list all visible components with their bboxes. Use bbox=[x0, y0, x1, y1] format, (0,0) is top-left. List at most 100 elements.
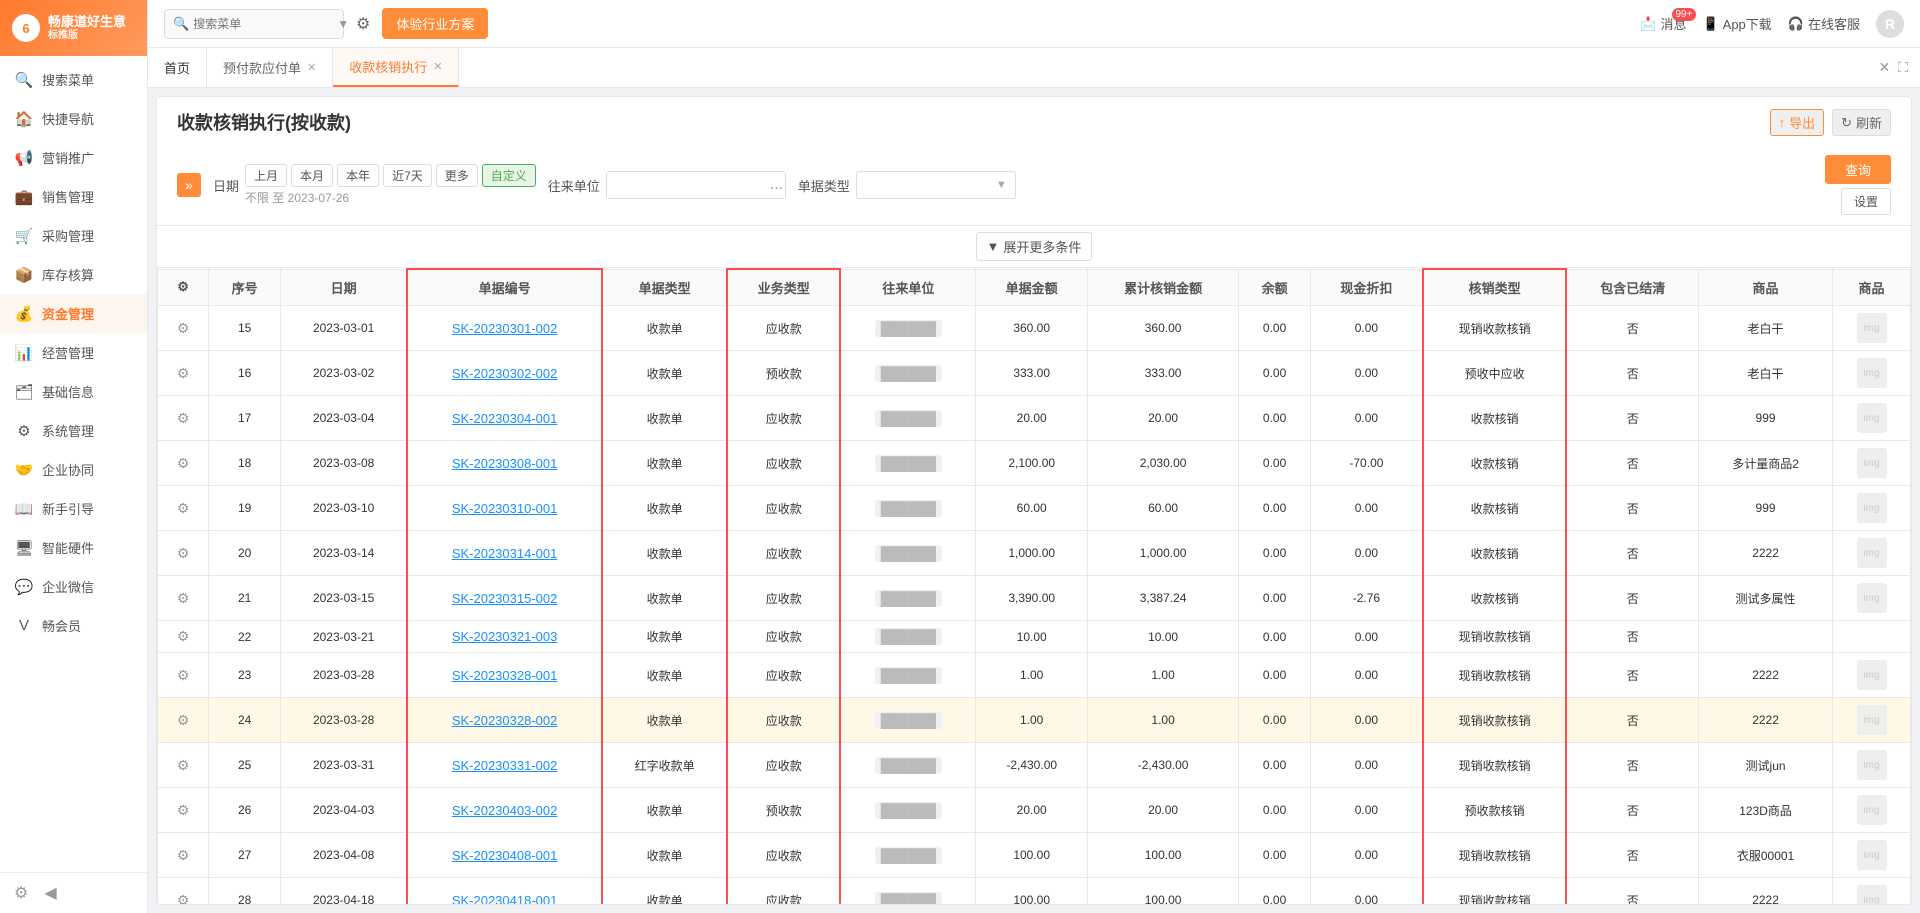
row-settings-icon[interactable]: ⚙ bbox=[177, 712, 190, 728]
cell-amount-11: 20.00 bbox=[976, 788, 1088, 833]
row-settings-icon[interactable]: ⚙ bbox=[177, 410, 190, 426]
sidebar-item-sales[interactable]: 💼销售管理 bbox=[0, 177, 147, 216]
search-wrap[interactable]: 🔍 ▼ bbox=[164, 9, 344, 39]
doc-no-link-3[interactable]: SK-20230308-001 bbox=[452, 456, 558, 471]
cell-doc_no-12[interactable]: SK-20230408-001 bbox=[407, 833, 602, 878]
doc-no-link-0[interactable]: SK-20230301-002 bbox=[452, 321, 558, 336]
row-settings-icon[interactable]: ⚙ bbox=[177, 847, 190, 863]
row-settings-icon[interactable]: ⚙ bbox=[177, 628, 190, 644]
refresh-button[interactable]: ↻ 刷新 bbox=[1832, 109, 1891, 136]
sidebar-item-inventory[interactable]: 📦库存核算 bbox=[0, 255, 147, 294]
export-button[interactable]: ↑ 导出 bbox=[1770, 109, 1825, 136]
goods-image-10: img bbox=[1857, 750, 1887, 780]
tab-close-prepay[interactable]: ✕ bbox=[307, 61, 316, 74]
sidebar-item-search[interactable]: 🔍搜索菜单 bbox=[0, 60, 147, 99]
tab-receipt[interactable]: 收款核销执行✕ bbox=[333, 48, 459, 87]
cell-doc_no-10[interactable]: SK-20230331-002 bbox=[407, 743, 602, 788]
cell-settings-6: ⚙ bbox=[158, 576, 209, 621]
row-settings-icon[interactable]: ⚙ bbox=[177, 667, 190, 683]
cell-doc_no-8[interactable]: SK-20230328-001 bbox=[407, 653, 602, 698]
table-row: ⚙272023-04-08SK-20230408-001收款单应收款██████… bbox=[158, 833, 1911, 878]
setting-button[interactable]: 设置 bbox=[1841, 188, 1891, 215]
doc-no-link-2[interactable]: SK-20230304-001 bbox=[452, 411, 558, 426]
sidebar-item-marketing[interactable]: 📢营销推广 bbox=[0, 138, 147, 177]
cell-doc_no-5[interactable]: SK-20230314-001 bbox=[407, 531, 602, 576]
tab-close-receipt[interactable]: ✕ bbox=[433, 60, 442, 73]
cell-doc_no-3[interactable]: SK-20230308-001 bbox=[407, 441, 602, 486]
partner-blur-5: ██████ bbox=[875, 545, 942, 562]
col-header-settings[interactable]: ⚙ bbox=[158, 269, 209, 306]
app-download-button[interactable]: 📱 App下载 bbox=[1702, 14, 1771, 33]
sidebar-item-operation[interactable]: 📊经营管理 bbox=[0, 333, 147, 372]
row-settings-icon[interactable]: ⚙ bbox=[177, 320, 190, 336]
row-settings-icon[interactable]: ⚙ bbox=[177, 757, 190, 773]
partner-input[interactable] bbox=[615, 178, 770, 192]
doc-no-link-11[interactable]: SK-20230403-002 bbox=[452, 803, 558, 818]
doc-no-link-4[interactable]: SK-20230310-001 bbox=[452, 501, 558, 516]
voucher-type-select[interactable]: ▼ bbox=[856, 171, 1016, 199]
topbar-gear-icon[interactable]: ⚙ bbox=[356, 14, 370, 34]
cell-doc_no-2[interactable]: SK-20230304-001 bbox=[407, 396, 602, 441]
date-btn-本年[interactable]: 本年 bbox=[337, 164, 379, 187]
date-btn-上月[interactable]: 上月 bbox=[245, 164, 287, 187]
tab-home[interactable]: 首页 bbox=[148, 48, 207, 87]
cell-doc_no-9[interactable]: SK-20230328-002 bbox=[407, 698, 602, 743]
search-input[interactable] bbox=[193, 17, 333, 31]
online-service-button[interactable]: 🎧 在线客服 bbox=[1788, 14, 1860, 33]
query-button[interactable]: 查询 bbox=[1825, 155, 1891, 184]
sidebar-item-member[interactable]: V畅会员 bbox=[0, 606, 147, 645]
doc-no-link-1[interactable]: SK-20230302-002 bbox=[452, 366, 558, 381]
date-btn-本月[interactable]: 本月 bbox=[291, 164, 333, 187]
partner-input-wrap[interactable]: ... bbox=[606, 171, 786, 199]
cell-doc_no-7[interactable]: SK-20230321-003 bbox=[407, 621, 602, 653]
row-settings-icon[interactable]: ⚙ bbox=[177, 455, 190, 471]
doc-no-link-9[interactable]: SK-20230328-002 bbox=[452, 713, 558, 728]
solution-button[interactable]: 体验行业方案 bbox=[382, 8, 488, 39]
expand-more-button[interactable]: ▼ 展开更多条件 bbox=[976, 232, 1093, 261]
date-btn-近7天[interactable]: 近7天 bbox=[383, 164, 432, 187]
doc-no-link-8[interactable]: SK-20230328-001 bbox=[452, 668, 558, 683]
doc-no-link-10[interactable]: SK-20230331-002 bbox=[452, 758, 558, 773]
row-settings-icon[interactable]: ⚙ bbox=[177, 892, 190, 905]
cell-doc_no-1[interactable]: SK-20230302-002 bbox=[407, 351, 602, 396]
sidebar-item-purchase[interactable]: 🛒采购管理 bbox=[0, 216, 147, 255]
doc-no-link-7[interactable]: SK-20230321-003 bbox=[452, 629, 558, 644]
date-btn-custom[interactable]: 自定义 bbox=[482, 164, 536, 187]
row-settings-icon[interactable]: ⚙ bbox=[177, 802, 190, 818]
sidebar-item-basic[interactable]: 🗂基础信息 bbox=[0, 372, 147, 411]
tab-prepay[interactable]: 预付款应付单✕ bbox=[207, 48, 333, 87]
cell-doc_no-4[interactable]: SK-20230310-001 bbox=[407, 486, 602, 531]
cell-doc_no-0[interactable]: SK-20230301-002 bbox=[407, 306, 602, 351]
sidebar-item-finance[interactable]: 💰资金管理 bbox=[0, 294, 147, 333]
sidebar-item-hardware[interactable]: 🖥智能硬件 bbox=[0, 528, 147, 567]
expand-tabs-button[interactable]: ⛶ bbox=[1898, 59, 1908, 76]
sidebar-item-system[interactable]: ⚙系统管理 bbox=[0, 411, 147, 450]
doc-no-link-12[interactable]: SK-20230408-001 bbox=[452, 848, 558, 863]
sidebar-item-guide[interactable]: 📖新手引导 bbox=[0, 489, 147, 528]
sidebar-item-nav[interactable]: 🏠快捷导航 bbox=[0, 99, 147, 138]
sidebar-collapse-icon[interactable]: ◀ bbox=[44, 883, 56, 903]
row-settings-icon[interactable]: ⚙ bbox=[177, 500, 190, 516]
doc-no-link-13[interactable]: SK-20230418-001 bbox=[452, 893, 558, 905]
partner-dots-icon[interactable]: ... bbox=[770, 176, 783, 194]
cell-doc_no-13[interactable]: SK-20230418-001 bbox=[407, 878, 602, 905]
row-settings-icon[interactable]: ⚙ bbox=[177, 590, 190, 606]
filter-toggle-button[interactable]: » bbox=[177, 173, 201, 197]
sidebar-settings-icon[interactable]: ⚙ bbox=[14, 883, 28, 903]
cell-discount-10: 0.00 bbox=[1311, 743, 1423, 788]
notification-button[interactable]: 📩 消息 99+ bbox=[1640, 14, 1686, 33]
cell-doc_no-6[interactable]: SK-20230315-002 bbox=[407, 576, 602, 621]
cell-cancel_type-3: 收款核销 bbox=[1423, 441, 1567, 486]
sidebar-item-coop[interactable]: 🤝企业协同 bbox=[0, 450, 147, 489]
close-all-tabs-button[interactable]: ✕ bbox=[1878, 59, 1890, 76]
row-settings-icon[interactable]: ⚙ bbox=[177, 365, 190, 381]
row-settings-icon[interactable]: ⚙ bbox=[177, 545, 190, 561]
cell-date-6: 2023-03-15 bbox=[281, 576, 408, 621]
sidebar-menu: 🔍搜索菜单🏠快捷导航📢营销推广💼销售管理🛒采购管理📦库存核算💰资金管理📊经营管理… bbox=[0, 56, 147, 872]
user-avatar[interactable]: R bbox=[1876, 10, 1904, 38]
doc-no-link-6[interactable]: SK-20230315-002 bbox=[452, 591, 558, 606]
doc-no-link-5[interactable]: SK-20230314-001 bbox=[452, 546, 558, 561]
date-btn-更多[interactable]: 更多 bbox=[436, 164, 478, 187]
cell-doc_no-11[interactable]: SK-20230403-002 bbox=[407, 788, 602, 833]
sidebar-item-wechat[interactable]: 💬企业微信 bbox=[0, 567, 147, 606]
